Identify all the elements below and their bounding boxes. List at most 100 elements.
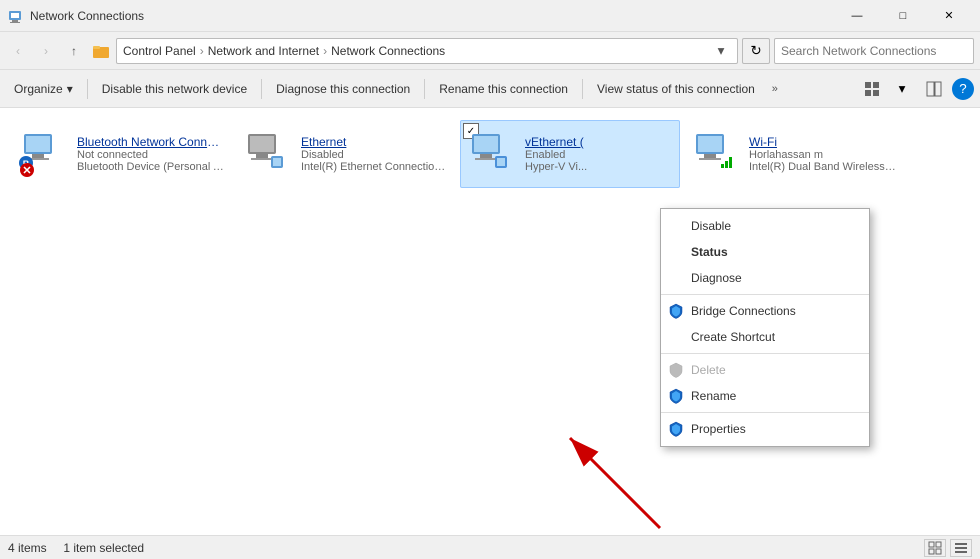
statusbar-right (924, 539, 972, 557)
network-item-vethernet[interactable]: ✓ vEthernet ( Enabled Hyper-V Vi... (460, 120, 680, 188)
ctx-sep-2 (661, 353, 869, 354)
context-menu: Disable Status Diagnose Bridge Connectio (660, 208, 870, 447)
network-item-bluetooth[interactable]: B ✕ Bluetooth Network Connection Not con… (12, 120, 232, 188)
content-area: B ✕ Bluetooth Network Connection Not con… (0, 108, 980, 535)
disable-network-button[interactable]: Disable this network device (94, 75, 255, 103)
bluetooth-device: Bluetooth Device (Personal Ar... (77, 161, 225, 173)
ctx-disable[interactable]: Disable (661, 213, 869, 239)
statusbar-info: 4 items 1 item selected (8, 541, 144, 555)
preview-pane-button[interactable] (920, 75, 948, 103)
search-input[interactable] (774, 38, 974, 64)
network-item-wifi[interactable]: Wi-Fi Horlahassan m Intel(R) Dual Band W… (684, 120, 904, 188)
ctx-sep-3 (661, 412, 869, 413)
wifi-name: Wi-Fi (749, 135, 897, 149)
view-toggle-button[interactable] (858, 75, 886, 103)
view-status-button[interactable]: View status of this connection (589, 75, 763, 103)
wifi-info: Wi-Fi Horlahassan m Intel(R) Dual Band W… (749, 135, 897, 173)
toolbar-more-button[interactable]: » (765, 75, 785, 103)
folder-icon (92, 42, 110, 60)
ctx-sep-1 (661, 294, 869, 295)
main-panel: B ✕ Bluetooth Network Connection Not con… (0, 108, 980, 535)
svg-text:✕: ✕ (22, 165, 31, 177)
wifi-device: Intel(R) Dual Band Wireless-A... (749, 161, 897, 173)
ethernet-name: Ethernet (301, 135, 449, 149)
ctx-rename[interactable]: Rename (661, 383, 869, 409)
ethernet-device: Intel(R) Ethernet Connection I... (301, 161, 449, 173)
close-button[interactable]: ✕ (926, 0, 972, 32)
breadcrumb-bar[interactable]: Control Panel › Network and Internet › N… (116, 38, 738, 64)
ctx-properties[interactable]: Properties (661, 416, 869, 442)
selected-count: 1 item selected (63, 541, 144, 555)
vethernet-info: vEthernet ( Enabled Hyper-V Vi... (525, 135, 673, 173)
properties-shield-icon (667, 420, 685, 438)
view-dropdown-button[interactable]: ▾ (888, 75, 916, 103)
forward-button[interactable]: › (34, 39, 58, 63)
breadcrumb-network-connections: Network Connections (331, 44, 445, 58)
ctx-create-shortcut[interactable]: Create Shortcut (661, 324, 869, 350)
breadcrumb-network-internet: Network and Internet (208, 44, 319, 58)
ctx-delete-label: Delete (691, 363, 726, 377)
titlebar-controls: — □ ✕ (834, 0, 972, 32)
ethernet-info: Ethernet Disabled Intel(R) Ethernet Conn… (301, 135, 449, 173)
help-button[interactable]: ? (952, 78, 974, 100)
ethernet-icon-area (243, 130, 291, 178)
ctx-rename-label: Rename (691, 389, 736, 403)
ctx-bridge-connections[interactable]: Bridge Connections (661, 298, 869, 324)
refresh-button[interactable]: ↻ (742, 38, 770, 64)
wifi-icon-area (691, 130, 739, 178)
bluetooth-status: Not connected (77, 149, 225, 161)
ctx-diagnose[interactable]: Diagnose (661, 265, 869, 291)
breadcrumb-control-panel: Control Panel (123, 44, 196, 58)
vethernet-icon-area (467, 130, 515, 178)
statusbar-view-grid[interactable] (924, 539, 946, 557)
diagnose-button[interactable]: Diagnose this connection (268, 75, 418, 103)
ctx-shortcut-label: Create Shortcut (691, 330, 775, 344)
vethernet-name: vEthernet ( (525, 135, 673, 149)
maximize-button[interactable]: □ (880, 0, 926, 32)
toolbar-sep-2 (261, 79, 262, 99)
bluetooth-icon-area: B ✕ (19, 130, 67, 178)
vethernet-computer-icon (467, 130, 509, 172)
vethernet-device: Hyper-V Vi... (525, 161, 673, 173)
vethernet-status: Enabled (525, 149, 673, 161)
rename-button[interactable]: Rename this connection (431, 75, 576, 103)
up-button[interactable]: ↑ (62, 39, 86, 63)
bluetooth-info: Bluetooth Network Connection Not connect… (77, 135, 225, 173)
grid-view-icon (928, 541, 942, 555)
bluetooth-name: Bluetooth Network Connection (77, 135, 225, 149)
network-item-ethernet[interactable]: Ethernet Disabled Intel(R) Ethernet Conn… (236, 120, 456, 188)
titlebar-left: Network Connections (8, 8, 144, 24)
details-view-icon (954, 541, 968, 555)
ctx-status-label: Status (691, 245, 728, 259)
back-button[interactable]: ‹ (6, 39, 30, 63)
minimize-button[interactable]: — (834, 0, 880, 32)
ctx-diagnose-label: Diagnose (691, 271, 742, 285)
ethernet-status: Disabled (301, 149, 449, 161)
ethernet-computer-icon (243, 130, 285, 172)
toolbar-sep-4 (582, 79, 583, 99)
window-title: Network Connections (30, 9, 144, 23)
preview-icon (925, 80, 943, 98)
delete-shield-icon (667, 361, 685, 379)
ctx-status[interactable]: Status (661, 239, 869, 265)
app-icon (8, 8, 24, 24)
titlebar: Network Connections — □ ✕ (0, 0, 980, 32)
x-badge-icon: ✕ (19, 162, 35, 178)
wifi-computer-icon (691, 130, 733, 172)
bridge-shield-icon (667, 302, 685, 320)
organize-button[interactable]: Organize ▾ (6, 75, 81, 103)
toolbar-sep-3 (424, 79, 425, 99)
toolbar-right: ▾ ? (858, 75, 974, 103)
ctx-properties-label: Properties (691, 422, 746, 436)
rename-shield-icon (667, 387, 685, 405)
wifi-status: Horlahassan m (749, 149, 897, 161)
breadcrumb-dropdown-button[interactable]: ▾ (711, 39, 731, 63)
ctx-disable-label: Disable (691, 219, 731, 233)
network-grid: B ✕ Bluetooth Network Connection Not con… (12, 120, 968, 188)
statusbar-view-details[interactable] (950, 539, 972, 557)
ctx-delete[interactable]: Delete (661, 357, 869, 383)
view-icon (863, 80, 881, 98)
statusbar: 4 items 1 item selected (0, 535, 980, 559)
toolbar-sep-1 (87, 79, 88, 99)
address-bar: ‹ › ↑ Control Panel › Network and Intern… (0, 32, 980, 70)
